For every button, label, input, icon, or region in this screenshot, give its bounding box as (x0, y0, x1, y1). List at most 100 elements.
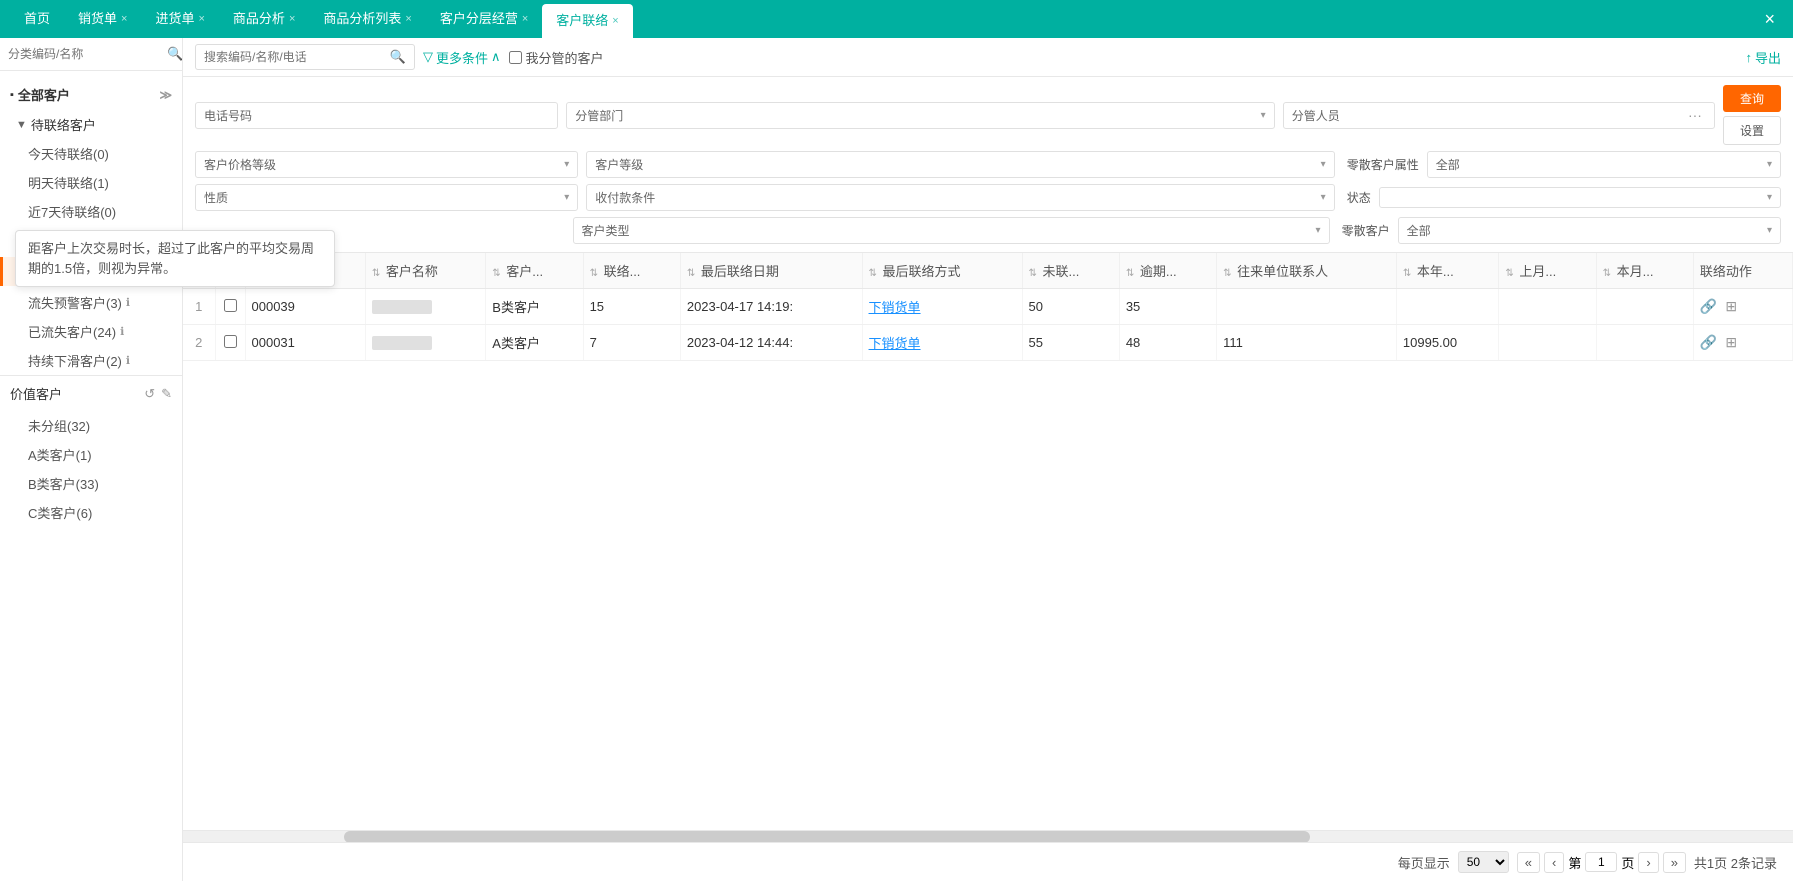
status-select[interactable]: ▾ (1379, 187, 1781, 208)
sidebar-item-class-c[interactable]: C类客户(6) (0, 498, 182, 527)
row2-checkbox[interactable] (224, 335, 237, 348)
filter-row-1: 电话号码 分管部门 ▾ 分管人员 ··· 查询 设置 (195, 85, 1781, 145)
search-icon[interactable]: 🔍 (390, 49, 406, 65)
content-area: 🔍 ▽ 更多条件 ∧ 我分管的客户 ↑ 导出 电话号码 (183, 38, 1793, 881)
row2-action-icons: 🔗 ⊞ (1700, 334, 1786, 351)
branch-person-more[interactable]: ··· (1684, 107, 1706, 123)
table-th-unit-contact[interactable]: ⇅ 往来单位联系人 (1217, 253, 1397, 289)
prev-page-button[interactable]: ‹ (1544, 852, 1564, 873)
table-th-this-month[interactable]: ⇅ 本月... (1596, 253, 1693, 289)
page-input[interactable] (1585, 852, 1617, 872)
row2-checkbox-cell[interactable] (215, 325, 245, 361)
row2-last-date: 2023-04-12 14:44: (680, 325, 862, 361)
pending-group-header[interactable]: ▼ 待联络客户 (0, 110, 182, 139)
row1-last-method-link[interactable]: 下销货单 (869, 300, 921, 315)
row2-link-icon[interactable]: 🔗 (1700, 334, 1717, 351)
sidebar-item-class-b[interactable]: B类客户(33) (0, 469, 182, 498)
last-page-button[interactable]: » (1663, 852, 1686, 873)
sidebar-search-input[interactable] (8, 47, 163, 61)
phone-label: 电话号码 (204, 107, 549, 124)
search-input-wrap[interactable]: 🔍 (195, 44, 415, 70)
first-page-button[interactable]: « (1517, 852, 1540, 873)
table-th-this-year[interactable]: ⇅ 本年... (1396, 253, 1498, 289)
col-last-method-label: 最后联络方式 (883, 264, 961, 279)
sidebar-item-today[interactable]: 今天待联络(0) (0, 139, 182, 168)
export-button[interactable]: ↑ 导出 (1745, 48, 1781, 67)
nav-customer-segmentation[interactable]: 客户分层经营 × (426, 0, 542, 38)
nav-sales-close[interactable]: × (121, 0, 127, 38)
churn-warning-info-icon[interactable]: ℹ (126, 296, 130, 309)
sidebar-item-7days[interactable]: 近7天待联络(0) (0, 197, 182, 226)
table-th-category[interactable]: ⇅ 客户... (486, 253, 583, 289)
row2-menu-icon[interactable]: ⊞ (1725, 334, 1737, 351)
payment-terms-filter[interactable]: 收付款条件 ▾ (586, 184, 1334, 211)
sidebar-item-ungrouped[interactable]: 未分组(32) (0, 411, 182, 440)
sidebar-item-tomorrow[interactable]: 明天待联络(1) (0, 168, 182, 197)
row1-checkbox[interactable] (224, 299, 237, 312)
value-group-refresh-icon[interactable]: ↺ (144, 386, 155, 402)
customer-level-filter[interactable]: 客户等级 ▾ (586, 151, 1334, 178)
row1-name (365, 289, 485, 325)
row1-menu-icon[interactable]: ⊞ (1725, 298, 1737, 315)
nav-customer-contact[interactable]: 客户联络 × (542, 4, 632, 38)
row2-last-method[interactable]: 下销货单 (862, 325, 1022, 361)
phone-filter[interactable]: 电话号码 (195, 102, 558, 129)
nav-product-analysis-close[interactable]: × (289, 0, 295, 38)
top-navigation: 首页 销货单 × 进货单 × 商品分析 × 商品分析列表 × 客户分层经营 × … (0, 0, 1793, 38)
query-button[interactable]: 查询 (1723, 85, 1781, 112)
branch-dept-filter[interactable]: 分管部门 ▾ (566, 102, 1274, 129)
sidebar-all-customers[interactable]: ▪ 全部客户 ≫ (0, 79, 182, 110)
window-close-button[interactable]: × (1756, 9, 1783, 30)
settings-button[interactable]: 设置 (1723, 116, 1781, 145)
sidebar-item-churn-warning[interactable]: 流失预警客户(3) ℹ (0, 288, 182, 317)
export-icon: ↑ (1745, 50, 1752, 65)
customer-price-level-filter[interactable]: 客户价格等级 ▾ (195, 151, 578, 178)
my-customers-checkbox[interactable] (509, 51, 522, 64)
table-th-contact[interactable]: ⇅ 联络... (583, 253, 680, 289)
table-th-not-contacted[interactable]: ⇅ 未联... (1022, 253, 1119, 289)
search-input[interactable] (204, 50, 390, 64)
churned-info-icon[interactable]: ℹ (120, 325, 124, 338)
nav-customer-segmentation-close[interactable]: × (522, 0, 528, 38)
next-page-button[interactable]: › (1638, 852, 1658, 873)
table-th-last-date[interactable]: ⇅ 最后联络日期 (680, 253, 862, 289)
table-th-last-month[interactable]: ⇅ 上月... (1499, 253, 1596, 289)
value-group-icons: ↺ ✎ (144, 386, 172, 402)
sidebar-item-churned[interactable]: 已流失客户(24) ℹ (0, 317, 182, 346)
retail-attr-arrow: ▾ (1767, 159, 1772, 170)
row1-checkbox-cell[interactable] (215, 289, 245, 325)
retail-attr-select[interactable]: 全部 ▾ (1427, 151, 1781, 178)
table-th-overdue[interactable]: ⇅ 逾期... (1119, 253, 1216, 289)
more-conditions-button[interactable]: ▽ 更多条件 ∧ (423, 48, 501, 67)
sidebar-item-class-a[interactable]: A类客户(1) (0, 440, 182, 469)
branch-person-filter[interactable]: 分管人员 ··· (1283, 102, 1715, 129)
nav-home[interactable]: 首页 (10, 0, 64, 38)
nav-sales[interactable]: 销货单 × (64, 0, 141, 38)
declining-info-icon[interactable]: ℹ (126, 354, 130, 367)
horizontal-scrollbar[interactable] (183, 830, 1793, 842)
sidebar-search-icon[interactable]: 🔍 (167, 46, 183, 62)
customer-type-filter[interactable]: 客户类型 ▾ (573, 217, 1330, 244)
tooltip-text: 距客户上次交易时长，超过了此客户的平均交易周期的1.5倍，则视为异常。 (183, 241, 314, 276)
collapse-btn[interactable]: ≫ (159, 88, 172, 102)
table-th-last-method[interactable]: ⇅ 最后联络方式 (862, 253, 1022, 289)
gender-filter[interactable]: 性质 ▾ (195, 184, 578, 211)
nav-product-analysis-list[interactable]: 商品分析列表 × (309, 0, 425, 38)
nav-purchase-close[interactable]: × (198, 0, 204, 38)
row1-last-method[interactable]: 下销货单 (862, 289, 1022, 325)
nav-purchase[interactable]: 进货单 × (141, 0, 218, 38)
col-overdue-label: 逾期... (1140, 264, 1177, 279)
nav-customer-contact-close[interactable]: × (612, 4, 618, 38)
per-page-label: 每页显示 (1398, 853, 1450, 872)
retail-customer-select[interactable]: 全部 ▾ (1398, 217, 1781, 244)
table-area[interactable]: ⚙ ⇅ 客户编码 ⇅ 客户名称 (183, 253, 1793, 830)
row2-last-method-link[interactable]: 下销货单 (869, 336, 921, 351)
row2-num: 2 (183, 325, 215, 361)
per-page-select[interactable]: 50 100 (1458, 851, 1509, 873)
row1-link-icon[interactable]: 🔗 (1700, 298, 1717, 315)
value-group-edit-icon[interactable]: ✎ (161, 386, 172, 402)
sidebar-item-declining[interactable]: 持续下滑客户(2) ℹ (0, 346, 182, 375)
table-th-name[interactable]: ⇅ 客户名称 (365, 253, 485, 289)
nav-product-analysis[interactable]: 商品分析 × (219, 0, 309, 38)
nav-product-analysis-list-close[interactable]: × (405, 0, 411, 38)
